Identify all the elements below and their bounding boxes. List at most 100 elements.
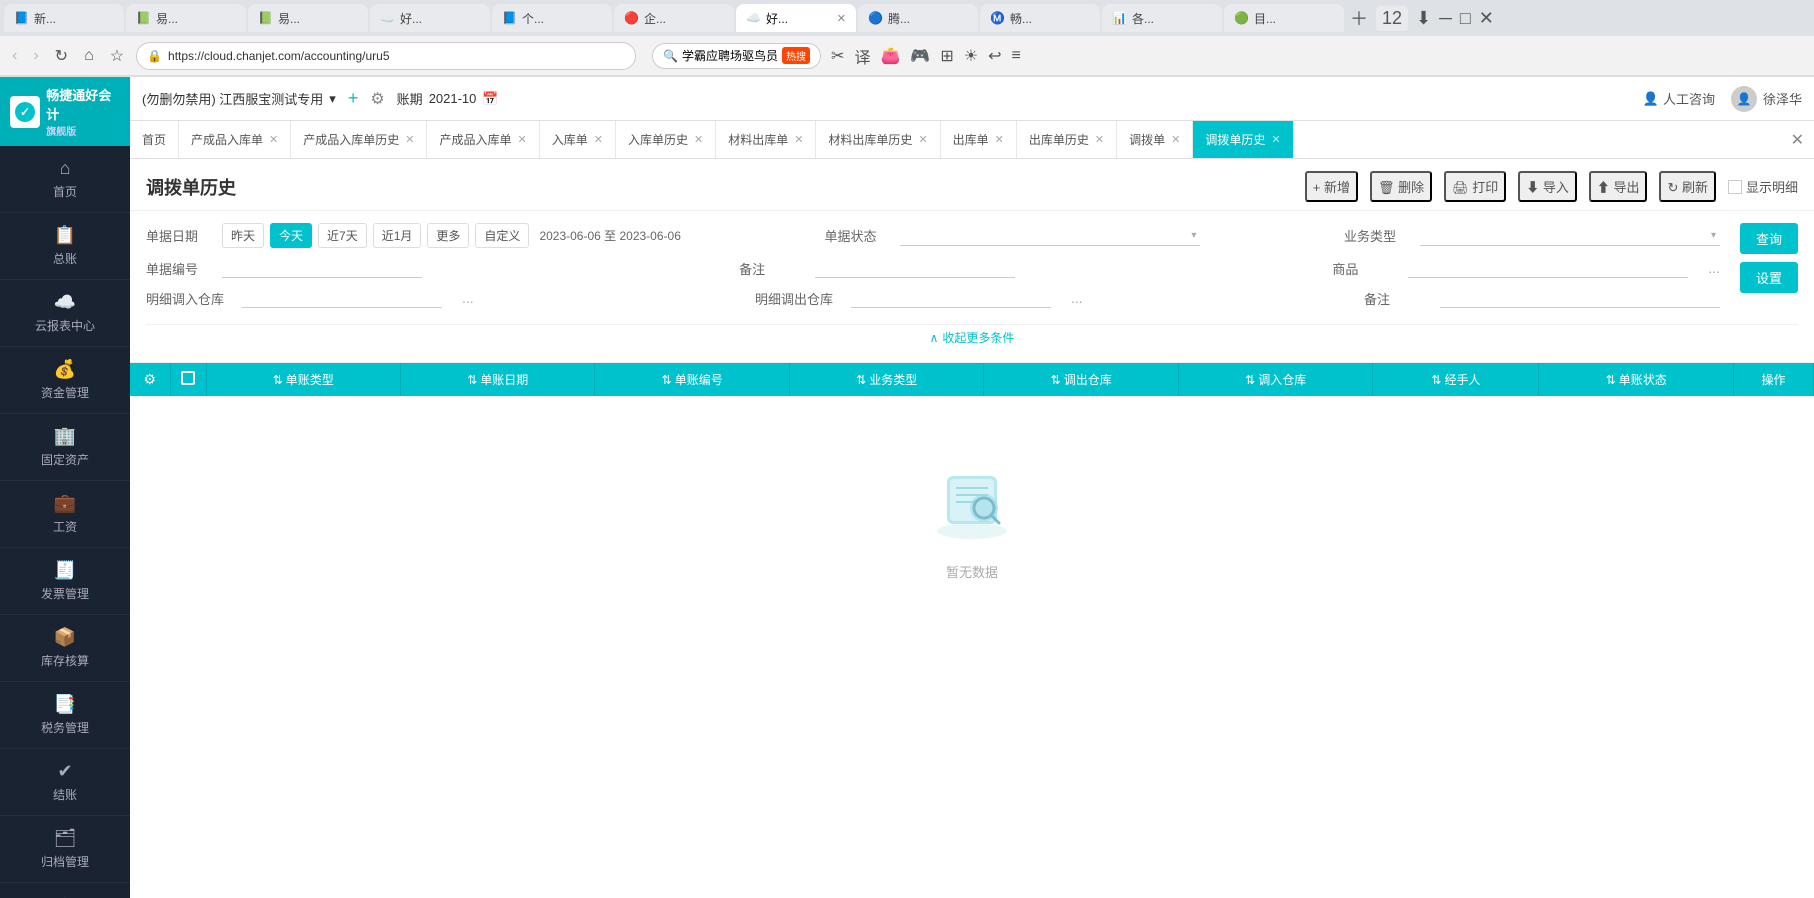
sidebar-item-invoice[interactable]: 🧾 发票管理 [0, 548, 130, 615]
detail-out-warehouse-input[interactable] [851, 288, 1051, 308]
calendar-icon[interactable]: 📅 [482, 91, 498, 107]
backup-input[interactable] [1440, 288, 1720, 308]
browser-tab-5[interactable]: 📘 个... [492, 4, 612, 32]
back-button[interactable]: ‹ [8, 45, 21, 67]
tab-finished-goods-in2[interactable]: 产成品入库单 ✕ [427, 121, 539, 159]
tab-material-out-close[interactable]: ✕ [794, 133, 803, 146]
scissors-icon[interactable]: ✂ [831, 46, 844, 66]
collapse-filter-button[interactable]: ∧ 收起更多条件 [146, 324, 1798, 350]
table-checkbox-all[interactable] [181, 371, 195, 385]
sidebar-item-ledger[interactable]: 📋 总账 [0, 213, 130, 280]
more-btn[interactable]: 更多 [427, 223, 469, 248]
tab-finished-goods-in[interactable]: 产成品入库单 ✕ [179, 121, 291, 159]
game-icon[interactable]: 🎮 [910, 46, 930, 66]
add-company-button[interactable]: + [348, 88, 359, 109]
new-tab-button[interactable]: ＋ [1350, 5, 1368, 31]
tab-home[interactable]: 首页 [130, 121, 179, 159]
detail-out-ellipsis[interactable]: ... [1071, 290, 1083, 306]
support-button[interactable]: 👤 人工咨询 [1643, 89, 1715, 108]
company-settings-icon[interactable]: ⚙ [370, 89, 384, 109]
col-in-warehouse-sort-icon[interactable]: ⇅ [1245, 373, 1255, 387]
delete-button[interactable]: 🗑 删除 [1370, 171, 1432, 202]
tab-out-order-history-close[interactable]: ✕ [1095, 133, 1104, 146]
month-btn[interactable]: 近1月 [373, 223, 422, 248]
wallet-icon[interactable]: 👛 [880, 46, 900, 66]
table-header-gear[interactable]: ⚙ [130, 363, 170, 396]
col-doc-type-sort-icon[interactable]: ⇅ [273, 373, 283, 387]
refresh-button[interactable]: ↻ [51, 44, 72, 68]
biz-type-select[interactable] [1420, 226, 1720, 246]
sidebar-item-inventory[interactable]: 📦 库存核算 [0, 615, 130, 682]
week-btn[interactable]: 近7天 [318, 223, 367, 248]
tab-close-7[interactable]: ✕ [837, 12, 846, 25]
sidebar-item-settings[interactable]: ⚙ 基础设置 [0, 883, 130, 898]
new-button[interactable]: + 新增 [1305, 171, 1358, 202]
browser-tab-8[interactable]: 🔵 腾... [858, 4, 978, 32]
bookmark-button[interactable]: ☆ [106, 44, 128, 68]
tab-material-out-history-close[interactable]: ✕ [918, 133, 927, 146]
col-biz-type-sort-icon[interactable]: ⇅ [856, 373, 866, 387]
tab-in-order-history-close[interactable]: ✕ [694, 133, 703, 146]
col-doc-status-sort-icon[interactable]: ⇅ [1606, 373, 1616, 387]
doc-no-input[interactable] [222, 258, 422, 278]
detail-in-ellipsis[interactable]: ... [462, 290, 474, 306]
undo-icon[interactable]: ↩ [988, 46, 1001, 66]
tab-transfer[interactable]: 调拨单 ✕ [1117, 121, 1193, 159]
tab-finished-goods-in-close[interactable]: ✕ [269, 133, 278, 146]
browser-tab-3[interactable]: 📗 易... [248, 4, 368, 32]
tab-transfer-history-close[interactable]: ✕ [1271, 133, 1280, 146]
detail-in-warehouse-input[interactable] [242, 288, 442, 308]
tab-transfer-history[interactable]: 调拨单历史 ✕ [1193, 121, 1293, 159]
table-gear-icon[interactable]: ⚙ [143, 371, 156, 387]
close-window-button[interactable]: ✕ [1479, 8, 1494, 29]
forward-button[interactable]: › [29, 45, 42, 67]
col-handler-sort-icon[interactable]: ⇅ [1431, 373, 1441, 387]
brightness-icon[interactable]: ☀ [964, 46, 978, 66]
yesterday-btn[interactable]: 昨天 [222, 223, 264, 248]
minimize-button[interactable]: ─ [1439, 8, 1452, 29]
sidebar-item-reports[interactable]: ☁️ 云报表中心 [0, 280, 130, 347]
tab-material-out-history[interactable]: 材料出库单历史 ✕ [816, 121, 940, 159]
tab-finished-goods-in2-close[interactable]: ✕ [518, 133, 527, 146]
custom-btn[interactable]: 自定义 [475, 223, 529, 248]
tab-out-order[interactable]: 出库单 ✕ [941, 121, 1017, 159]
tab-in-order[interactable]: 入库单 ✕ [540, 121, 616, 159]
translate-icon[interactable]: 译 [854, 44, 870, 68]
remark-input[interactable] [815, 258, 1015, 278]
sidebar-item-tax[interactable]: 📑 税务管理 [0, 682, 130, 749]
query-button[interactable]: 查询 [1740, 223, 1798, 254]
url-input[interactable]: 🔒 https://cloud.chanjet.com/accounting/u… [136, 42, 636, 70]
print-button[interactable]: 🖨 打印 [1444, 171, 1506, 202]
sidebar-item-archive[interactable]: 🗂 归档管理 [0, 816, 130, 883]
sidebar-item-funds[interactable]: 💰 资金管理 [0, 347, 130, 414]
import-button[interactable]: ⬇ 导入 [1518, 171, 1577, 202]
col-doc-no-sort-icon[interactable]: ⇅ [662, 373, 672, 387]
export-button[interactable]: ⬆ 导出 [1589, 171, 1648, 202]
sidebar-item-closing[interactable]: ✔ 结账 [0, 749, 130, 816]
tab-out-order-close[interactable]: ✕ [995, 133, 1004, 146]
browser-tab-4[interactable]: ☁️ 好... [370, 4, 490, 32]
col-doc-date-sort-icon[interactable]: ⇅ [467, 373, 477, 387]
filter-settings-button[interactable]: 设置 [1740, 262, 1798, 293]
tab-out-order-history[interactable]: 出库单历史 ✕ [1017, 121, 1117, 159]
browser-tab-1[interactable]: 📘 新... [4, 4, 124, 32]
table-header-checkbox[interactable] [170, 363, 206, 396]
browser-tab-7[interactable]: ☁️ 好... ✕ [736, 4, 856, 32]
tab-in-order-close[interactable]: ✕ [594, 133, 603, 146]
menu-icon[interactable]: ≡ [1011, 47, 1020, 65]
sidebar-item-assets[interactable]: 🏢 固定资产 [0, 414, 130, 481]
browser-search-box[interactable]: 🔍 学霸应聘场驱鸟员 热搜 [652, 43, 821, 69]
display-toggle[interactable]: 显示明细 [1728, 177, 1798, 196]
today-btn[interactable]: 今天 [270, 223, 312, 248]
tab-material-out[interactable]: 材料出库单 ✕ [716, 121, 816, 159]
tab-transfer-close[interactable]: ✕ [1171, 133, 1180, 146]
grid-icon[interactable]: ⊞ [940, 46, 953, 66]
tab-nav-close-all[interactable]: ✕ [1781, 130, 1814, 150]
browser-tab-9[interactable]: Ⓜ️ 畅... [980, 4, 1100, 32]
maximize-button[interactable]: □ [1460, 8, 1471, 29]
refresh-button[interactable]: ↻ 刷新 [1659, 171, 1716, 202]
browser-tab-11[interactable]: 🟢 目... [1224, 4, 1344, 32]
tab-finished-goods-in-history[interactable]: 产成品入库单历史 ✕ [291, 121, 427, 159]
sidebar-item-home[interactable]: ⌂ 首页 [0, 146, 130, 213]
product-ellipsis[interactable]: ... [1708, 260, 1720, 276]
